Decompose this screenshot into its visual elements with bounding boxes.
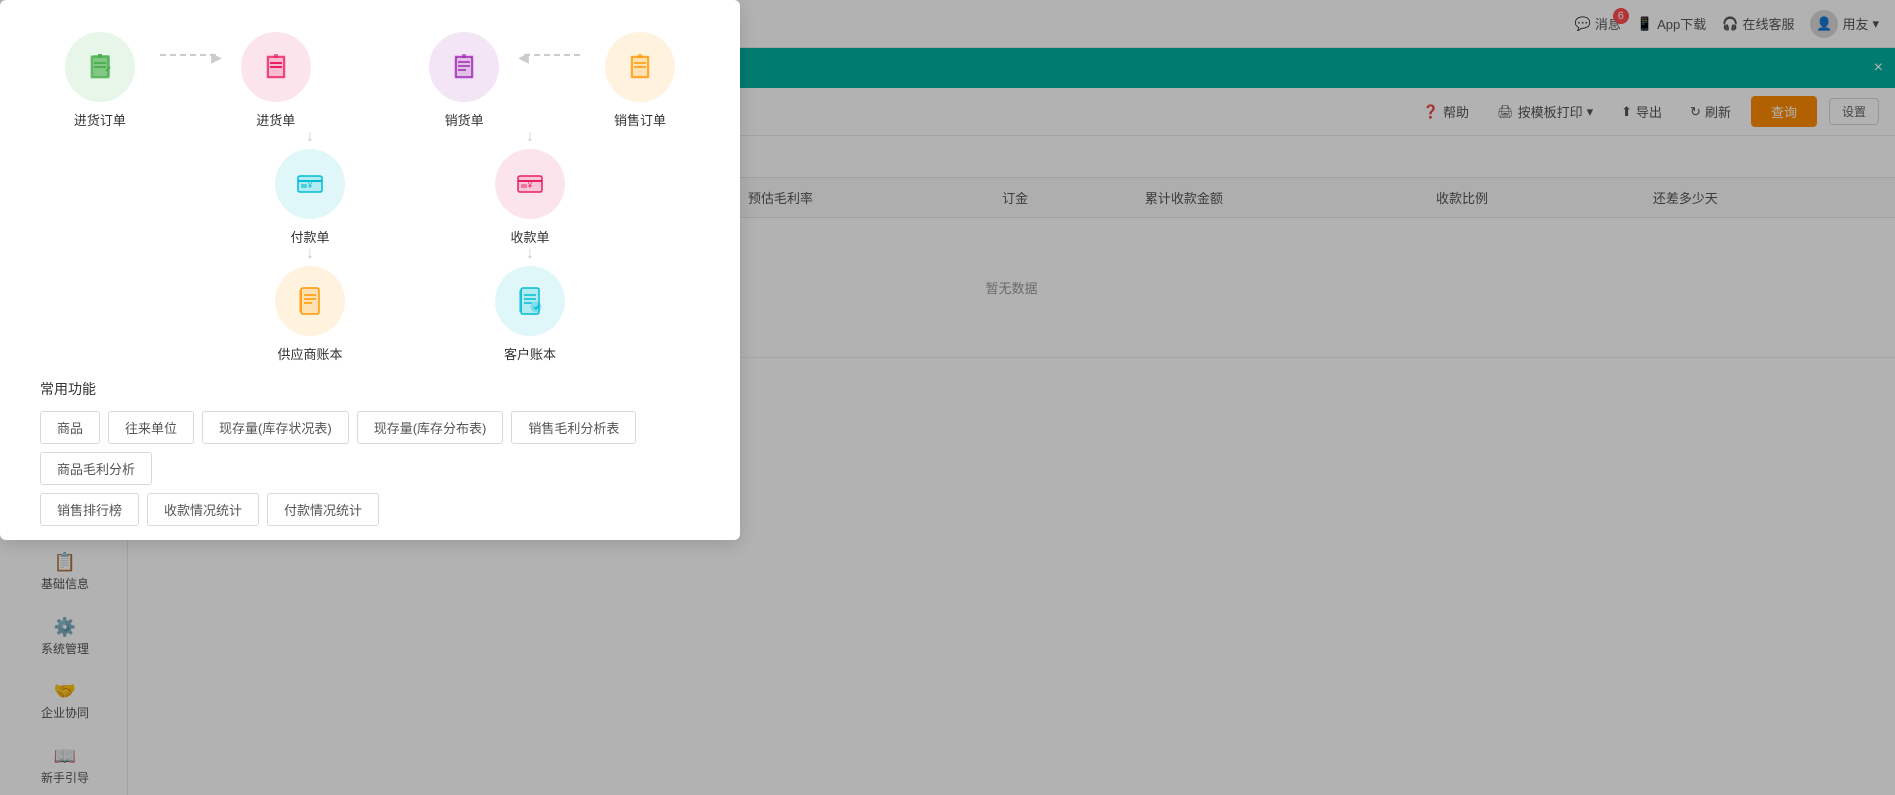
common-functions-title: 常用功能: [128, 379, 700, 399]
popup-box: 进货订单 ▶: [128, 48, 740, 540]
customer-ledger-icon: [495, 266, 565, 336]
purchase-bill-icon: [241, 48, 311, 102]
btn-receipt-stat[interactable]: 收款情况统计: [147, 493, 259, 526]
node-supplier-ledger[interactable]: 供应商账本: [240, 266, 380, 363]
sales-bill-icon: [429, 48, 499, 102]
page-inner: ❓ 帮助 🖨 按模板打印 ▾ ⬆ 导出 ↻ 刷新: [128, 88, 1895, 795]
btn-sales-rank[interactable]: 销售排行榜: [128, 493, 139, 526]
svg-text:¥: ¥: [527, 181, 533, 190]
payment-icon: ¥: [275, 149, 345, 219]
app-container: 6 畅康通好生意 标准版 装备及固定资产辅助管理系统 ▾ ⚙ 体验行业方案 💬 …: [0, 0, 1895, 795]
node-receipt[interactable]: ¥ 收款单: [460, 149, 600, 246]
btn-sales-gross[interactable]: 销售毛利分析表: [511, 411, 636, 444]
sales-order-icon: [605, 48, 675, 102]
common-buttons-container: 商品 往来单位 现存量(库存状况表) 现存量(库存分布表) 销售毛利分析表 商品…: [128, 411, 700, 485]
btn-product-gross[interactable]: 商品毛利分析: [128, 452, 152, 485]
svg-text:¥: ¥: [307, 181, 313, 190]
purchase-order-icon: [128, 48, 135, 102]
btn-stock-dist[interactable]: 现存量(库存分布表): [357, 411, 504, 444]
node-payment[interactable]: ¥ 付款单: [240, 149, 380, 246]
popup-overlay[interactable]: 进货订单 ▶: [128, 48, 1895, 795]
main-body: 🔍 搜索菜单 🏠 快捷导航 📢 营销推广 🛒 销售管理 📦 采购管理 🏪: [0, 48, 1895, 795]
content-area: 首页 销售订单执行表 × × ❓ 帮助 🖨: [128, 48, 1895, 795]
btn-stock-status[interactable]: 现存量(库存状况表): [202, 411, 349, 444]
btn-partner[interactable]: 往来单位: [128, 411, 194, 444]
workflow-diagram: 进货订单 ▶: [128, 48, 700, 363]
common-buttons-row2: 销售排行榜 收款情况统计 付款情况统计: [128, 493, 700, 526]
node-purchase-bill[interactable]: 进货单: [216, 48, 336, 129]
node-purchase-order[interactable]: 进货订单: [128, 48, 160, 129]
node-sales-order[interactable]: 销售订单: [580, 48, 700, 129]
receipt-icon: ¥: [495, 149, 565, 219]
supplier-ledger-icon: [275, 266, 345, 336]
node-sales-bill[interactable]: 销货单: [404, 48, 524, 129]
btn-payment-stat[interactable]: 付款情况统计: [267, 493, 379, 526]
common-functions: 常用功能 商品 往来单位 现存量(库存状况表) 现存量(库存分布表) 销售毛利分…: [128, 379, 700, 526]
node-customer-ledger[interactable]: 客户账本: [460, 266, 600, 363]
